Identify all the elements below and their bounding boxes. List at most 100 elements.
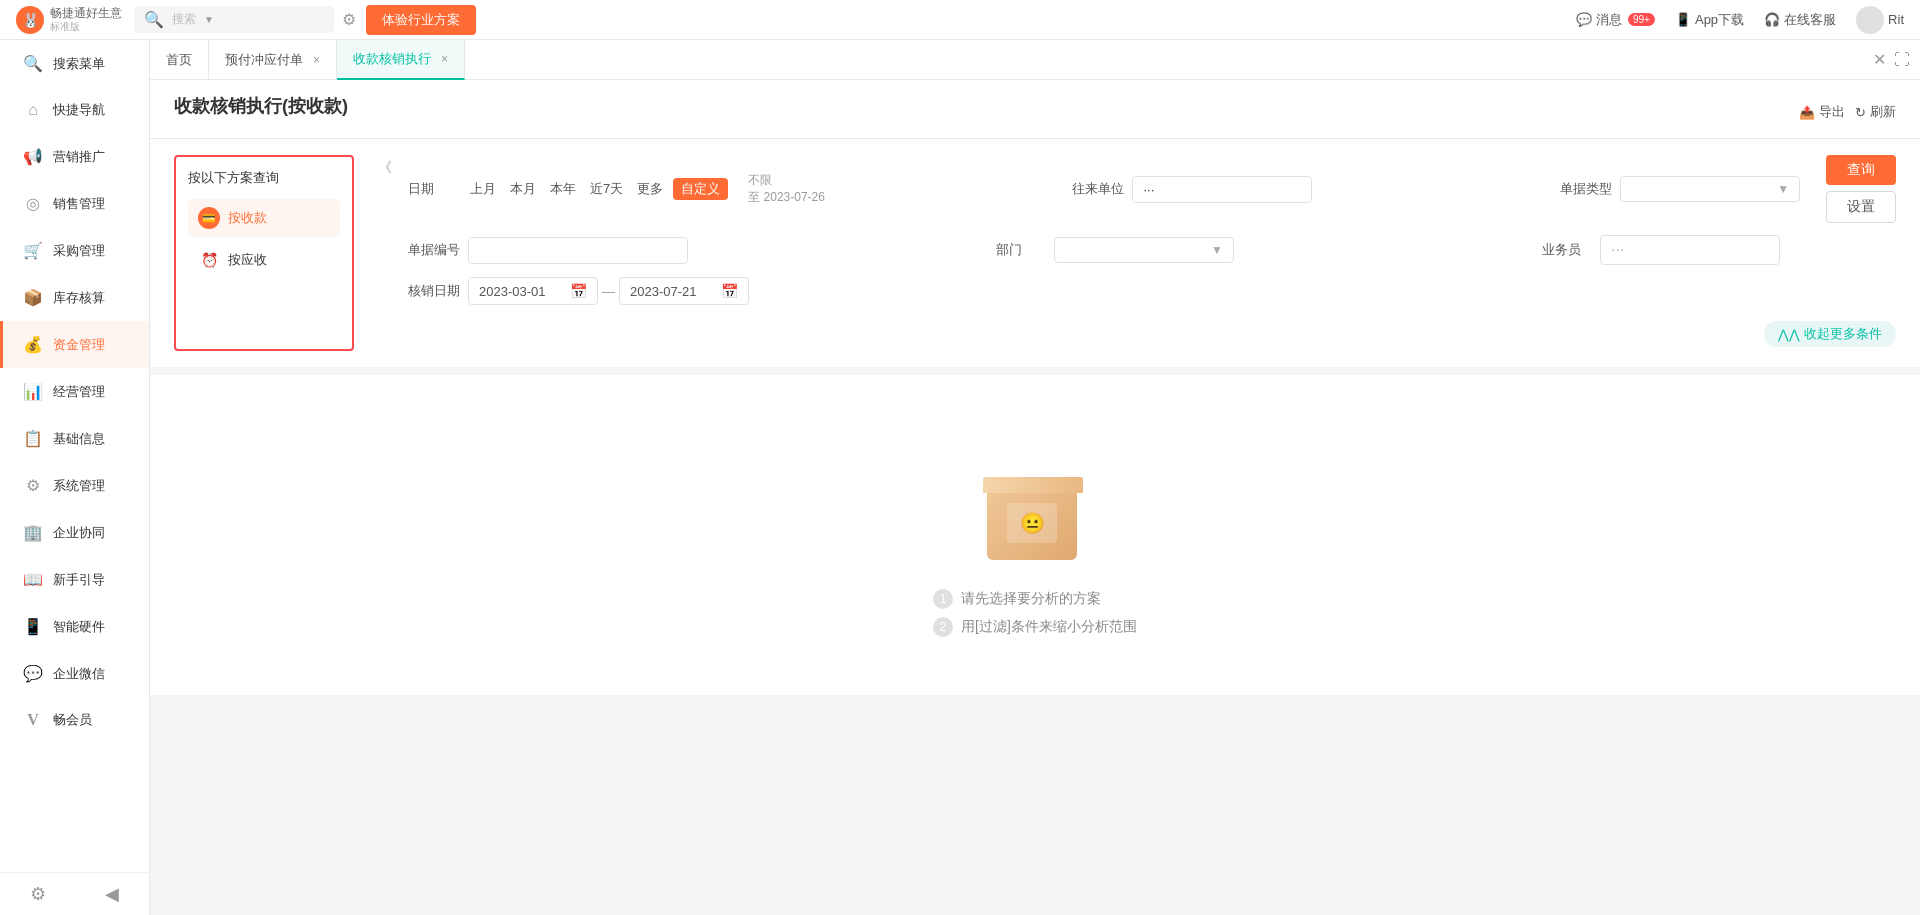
shortcut-this-month[interactable]: 本月	[506, 178, 540, 200]
tabs-right-controls: ✕ ⛶	[1873, 50, 1920, 69]
tab-receipt-offset[interactable]: 收款核销执行 ×	[337, 40, 465, 80]
sidebar-item-wechat[interactable]: 💬 企业微信	[0, 650, 149, 697]
counterpart-select[interactable]: ···	[1132, 176, 1312, 203]
verify-date-end-value: 2023-07-21	[630, 284, 697, 299]
page-title: 收款核销执行(按收款)	[174, 94, 348, 118]
refresh-button[interactable]: ↻ 刷新	[1855, 103, 1896, 121]
smart-hw-icon: 📱	[23, 617, 43, 636]
topbar-search[interactable]: 🔍 搜索 ▼	[134, 6, 334, 33]
receivable-filter-icon: ⏰	[198, 249, 220, 271]
operation-icon: 📊	[23, 382, 43, 401]
logo-text: 畅捷通好生意	[50, 6, 122, 20]
purchase-icon: 🛒	[23, 241, 43, 260]
expand-icon[interactable]: ⛶	[1894, 51, 1910, 69]
sidebar-item-marketing[interactable]: 📢 营销推广	[0, 133, 149, 180]
user-area[interactable]: Rit	[1856, 6, 1904, 34]
dept-arrow: ▼	[1211, 243, 1223, 257]
dept-select[interactable]: ▼	[1054, 237, 1234, 263]
empty-hint-1: 1 请先选择要分析的方案	[933, 589, 1137, 609]
sidebar-item-finance[interactable]: 💰 资金管理	[0, 321, 149, 368]
counterpart-label: 往来单位	[1072, 180, 1124, 198]
receipt-filter-icon: 💳	[198, 207, 220, 229]
collapse-button[interactable]: 《	[378, 155, 392, 351]
doc-type-field: 单据类型 ▼	[1560, 176, 1800, 202]
home-tab-label: 首页	[166, 51, 192, 69]
settings-button[interactable]: 设置	[1826, 191, 1896, 223]
message-badge: 99+	[1628, 13, 1655, 26]
verify-date-start-input[interactable]: 2023-03-01 📅	[468, 277, 598, 305]
employee-select[interactable]: ···	[1600, 235, 1780, 265]
hint-text-1: 请先选择要分析的方案	[961, 590, 1101, 608]
receipt-filter-label: 按收款	[228, 209, 267, 227]
sidebar-item-sales[interactable]: ◎ 销售管理	[0, 180, 149, 227]
calendar-end-icon: 📅	[721, 283, 738, 299]
prepay-tab-close[interactable]: ×	[313, 53, 320, 67]
doc-type-select[interactable]: ▼	[1620, 176, 1800, 202]
app-download-item[interactable]: 📱 App下载	[1675, 11, 1744, 29]
tabs-bar: 首页 预付冲应付单 × 收款核销执行 × ✕ ⛶	[150, 40, 1920, 80]
verify-date-label: 核销日期	[408, 282, 460, 300]
more-conditions-button[interactable]: ⋀⋀ 收起更多条件	[1764, 321, 1896, 347]
verify-date-end-input[interactable]: 2023-07-21 📅	[619, 277, 749, 305]
gear-icon[interactable]: ⚙	[342, 10, 356, 29]
filter-sidebar-title: 按以下方案查询	[188, 169, 340, 187]
collapse-icon[interactable]: ◀	[105, 883, 119, 905]
settings-icon[interactable]: ⚙	[30, 883, 46, 905]
shortcut-custom[interactable]: 自定义	[673, 178, 728, 200]
sidebar-item-enterprise-coop[interactable]: 🏢 企业协同	[0, 509, 149, 556]
search-panel: 按以下方案查询 💳 按收款 ⏰ 按应收 《	[150, 139, 1920, 367]
shortcut-more[interactable]: 更多	[633, 178, 667, 200]
sidebar-item-member[interactable]: V 畅会员	[0, 697, 149, 743]
sidebar-item-quick-nav[interactable]: ⌂ 快捷导航	[0, 87, 149, 133]
shortcut-this-year[interactable]: 本年	[546, 178, 580, 200]
date-unlimit-label: 不限 至 2023-07-26	[748, 172, 825, 206]
message-label: 消息	[1596, 11, 1622, 29]
receipt-tab-close[interactable]: ×	[441, 52, 448, 66]
empty-hint-2: 2 用[过滤]条件来缩小分析范围	[933, 617, 1137, 637]
sidebar-item-guide[interactable]: 📖 新手引导	[0, 556, 149, 603]
hint-num-2: 2	[933, 617, 953, 637]
page-content: 收款核销执行(按收款) 📤 导出 ↻ 刷新 按以下方案查询	[150, 80, 1920, 915]
filter-option-by-receivable[interactable]: ⏰ 按应收	[188, 241, 340, 279]
search-placeholder: 搜索	[172, 11, 196, 28]
sidebar-item-inventory[interactable]: 📦 库存核算	[0, 274, 149, 321]
close-tab-icon[interactable]: ✕	[1873, 50, 1886, 69]
system-icon: ⚙	[23, 476, 43, 495]
sidebar-item-basics[interactable]: 📋 基础信息	[0, 415, 149, 462]
calendar-start-icon: 📅	[570, 283, 587, 299]
prepay-tab-label: 预付冲应付单	[225, 51, 303, 69]
main-layout: 🔍 搜索菜单 ⌂ 快捷导航 📢 营销推广 ◎ 销售管理 🛒 采购管理 📦 库存核…	[0, 40, 1920, 915]
online-service-label: 在线客服	[1784, 11, 1836, 29]
guide-icon: 📖	[23, 570, 43, 589]
tab-home[interactable]: 首页	[150, 40, 209, 80]
filter-row-2: 单据编号 部门 ▼ 业务员	[408, 235, 1896, 265]
sidebar-item-system[interactable]: ⚙ 系统管理	[0, 462, 149, 509]
sidebar-item-operation[interactable]: 📊 经营管理	[0, 368, 149, 415]
export-button[interactable]: 📤 导出	[1799, 103, 1845, 121]
sidebar-item-purchase[interactable]: 🛒 采购管理	[0, 227, 149, 274]
filter-sidebar: 按以下方案查询 💳 按收款 ⏰ 按应收	[174, 155, 354, 351]
message-icon: 💬	[1576, 12, 1592, 27]
doc-no-input[interactable]	[468, 237, 688, 264]
message-item[interactable]: 💬 消息 99+	[1576, 11, 1655, 29]
empty-state: 😐 1 请先选择要分析的方案 2 用[过滤]	[933, 393, 1137, 677]
verify-date-start-value: 2023-03-01	[479, 284, 546, 299]
sidebar-item-search-menu[interactable]: 🔍 搜索菜单	[0, 40, 149, 87]
solution-button[interactable]: 体验行业方案	[366, 5, 476, 35]
doc-no-field: 单据编号	[408, 237, 688, 264]
empty-text: 1 请先选择要分析的方案 2 用[过滤]条件来缩小分析范围	[933, 589, 1137, 637]
member-icon: V	[23, 711, 43, 729]
shortcut-last-month[interactable]: 上月	[466, 178, 500, 200]
filter-option-by-receipt[interactable]: 💳 按收款	[188, 199, 340, 237]
sidebar-item-smart-hw[interactable]: 📱 智能硬件	[0, 603, 149, 650]
hint-num-1: 1	[933, 589, 953, 609]
shortcut-7days[interactable]: 近7天	[586, 178, 627, 200]
counterpart-dots: ···	[1143, 182, 1154, 197]
app-icon: 📱	[1675, 12, 1691, 27]
chevron-down-icon: ▼	[204, 14, 214, 25]
collapse-icon: 《	[378, 159, 392, 177]
query-button[interactable]: 查询	[1826, 155, 1896, 185]
tab-prepay-offset[interactable]: 预付冲应付单 ×	[209, 40, 337, 80]
online-service-item[interactable]: 🎧 在线客服	[1764, 11, 1836, 29]
marketing-icon: 📢	[23, 147, 43, 166]
